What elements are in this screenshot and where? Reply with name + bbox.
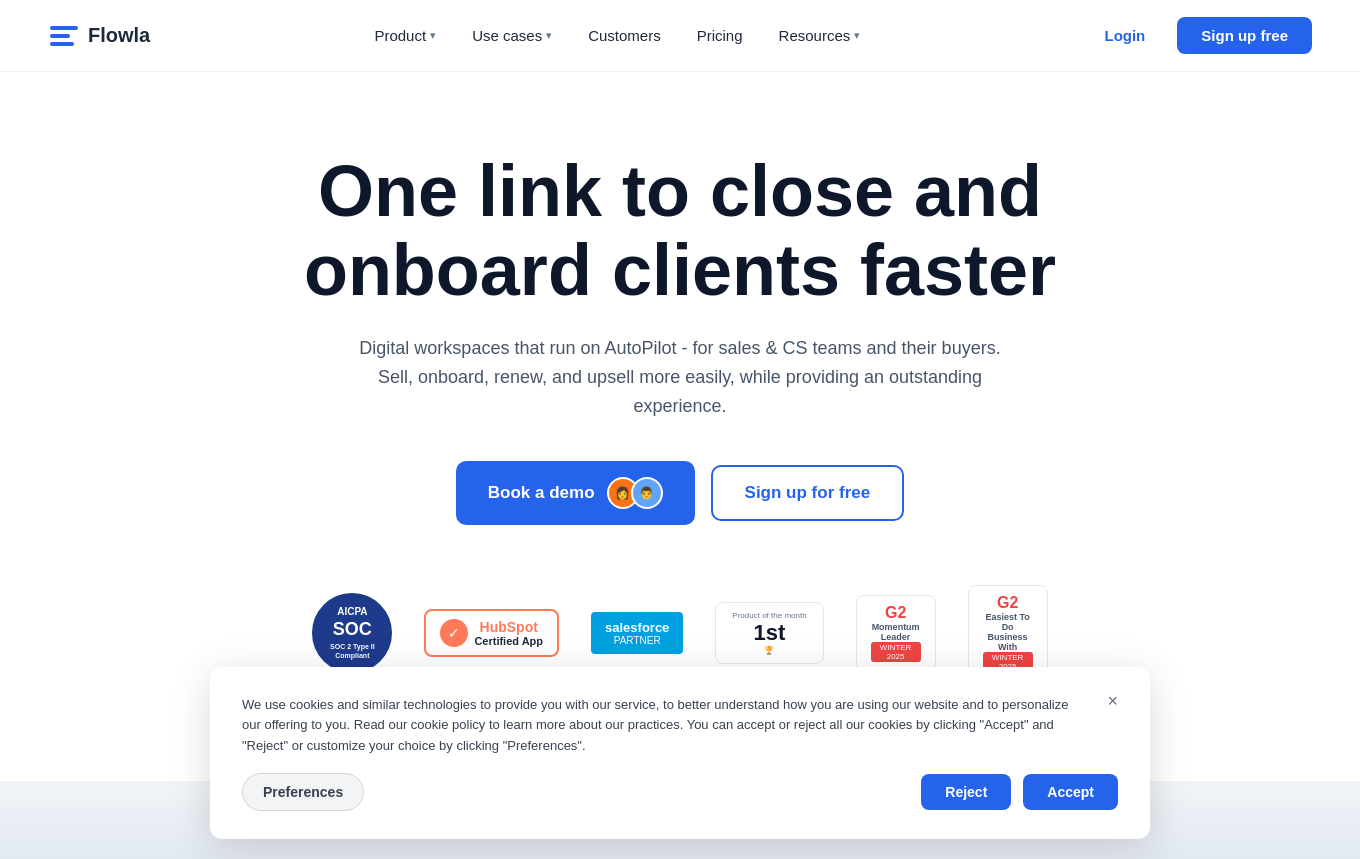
login-button[interactable]: Login bbox=[1084, 19, 1165, 52]
nav-item-customers[interactable]: Customers bbox=[574, 19, 675, 52]
reject-button[interactable]: Reject bbox=[921, 774, 1011, 810]
navbar: Flowla Product ▾ Use cases ▾ Customers P… bbox=[0, 0, 1360, 72]
nav-item-product[interactable]: Product ▾ bbox=[360, 19, 450, 52]
nav-links: Product ▾ Use cases ▾ Customers Pricing … bbox=[360, 19, 874, 52]
hero-cta-group: Book a demo 👩 👨 Sign up for free bbox=[48, 461, 1312, 525]
chevron-down-icon: ▾ bbox=[430, 29, 436, 42]
book-demo-button[interactable]: Book a demo 👩 👨 bbox=[456, 461, 695, 525]
nav-item-resources[interactable]: Resources ▾ bbox=[765, 19, 875, 52]
cookie-banner: We use cookies and similar technologies … bbox=[210, 667, 1150, 839]
logo-icon bbox=[48, 20, 80, 52]
accept-button[interactable]: Accept bbox=[1023, 774, 1118, 810]
brand-logo[interactable]: Flowla bbox=[48, 20, 150, 52]
cookie-header: We use cookies and similar technologies … bbox=[242, 695, 1118, 757]
nav-item-use-cases[interactable]: Use cases ▾ bbox=[458, 19, 566, 52]
nav-actions: Login Sign up free bbox=[1084, 17, 1312, 54]
cookie-text: We use cookies and similar technologies … bbox=[242, 695, 1107, 757]
hero-title: One link to close and onboard clients fa… bbox=[230, 152, 1130, 310]
nav-item-pricing[interactable]: Pricing bbox=[683, 19, 757, 52]
avatar-2: 👨 bbox=[631, 477, 663, 509]
chevron-down-icon: ▾ bbox=[854, 29, 860, 42]
preferences-button[interactable]: Preferences bbox=[242, 773, 364, 811]
cookie-actions: Preferences Reject Accept bbox=[242, 773, 1118, 811]
chevron-down-icon: ▾ bbox=[546, 29, 552, 42]
svg-rect-1 bbox=[50, 34, 70, 38]
brand-name: Flowla bbox=[88, 24, 150, 47]
signup-free-button[interactable]: Sign up for free bbox=[711, 465, 905, 521]
demo-avatars: 👩 👨 bbox=[607, 477, 663, 509]
cookie-overlay: We use cookies and similar technologies … bbox=[0, 647, 1360, 859]
cookie-close-button[interactable]: × bbox=[1107, 691, 1118, 712]
signup-button[interactable]: Sign up free bbox=[1177, 17, 1312, 54]
hero-subtitle: Digital workspaces that run on AutoPilot… bbox=[340, 334, 1020, 420]
svg-rect-2 bbox=[50, 42, 74, 46]
svg-rect-0 bbox=[50, 26, 78, 30]
